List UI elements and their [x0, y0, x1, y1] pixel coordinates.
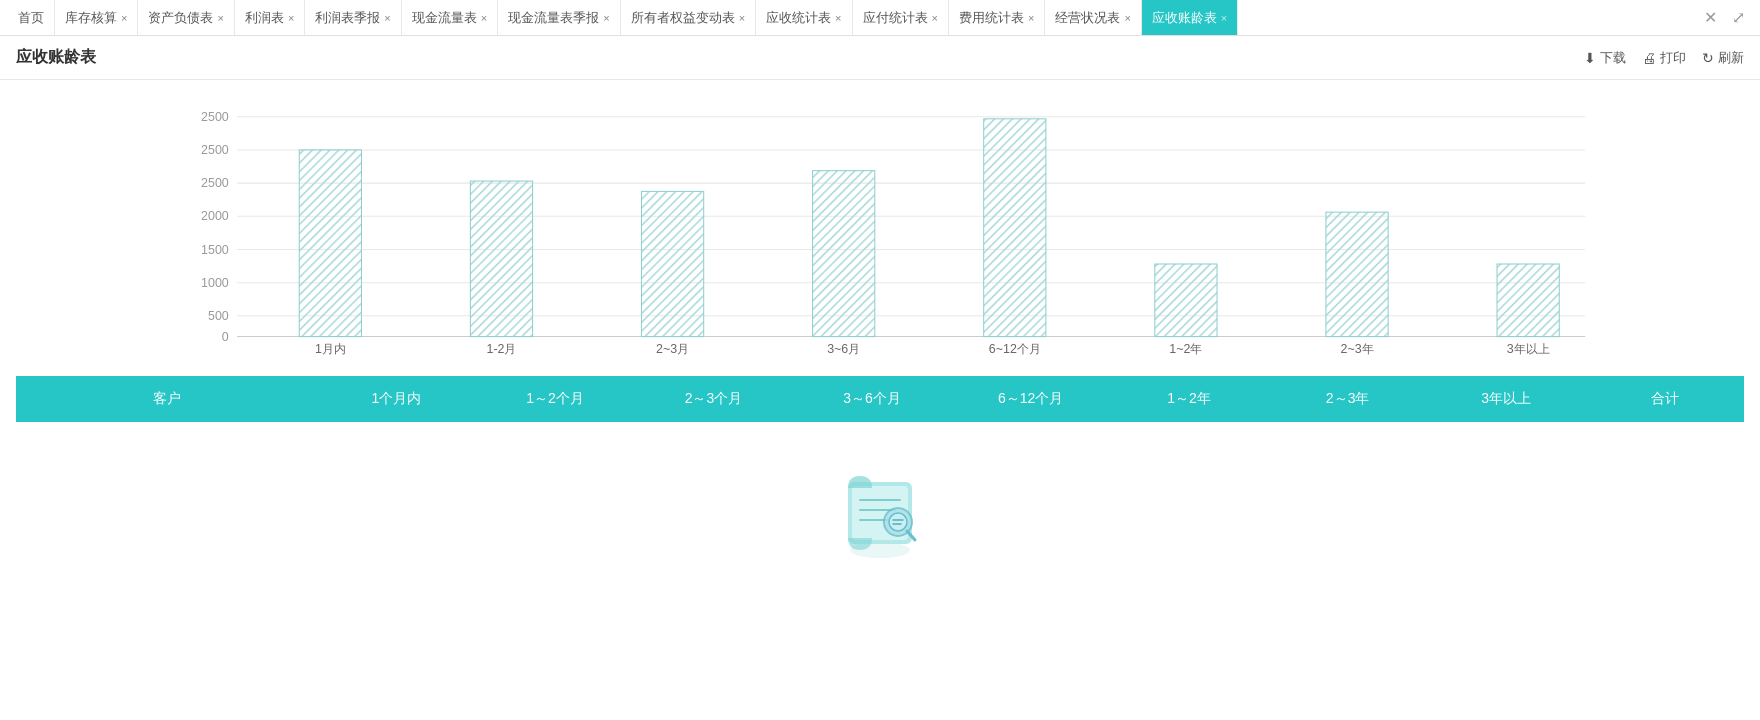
tab-profit-label: 利润表	[245, 9, 284, 27]
tab-equity-close[interactable]: ×	[739, 12, 745, 24]
tab-expense-stats-close[interactable]: ×	[1028, 12, 1034, 24]
tab-profit-quarterly-close[interactable]: ×	[384, 12, 390, 24]
tab-profit-close[interactable]: ×	[288, 12, 294, 24]
tab-inventory-close[interactable]: ×	[121, 12, 127, 24]
tab-expense-stats-label: 费用统计表	[959, 9, 1024, 27]
tab-equity[interactable]: 所有者权益变动表 ×	[621, 0, 756, 36]
th-1to2months: 1～2个月	[476, 390, 635, 408]
svg-point-41	[889, 513, 907, 531]
tab-equity-label: 所有者权益变动表	[631, 9, 735, 27]
svg-text:1-2月: 1-2月	[486, 342, 516, 356]
print-icon: 🖨	[1642, 50, 1656, 66]
tab-cashflow-quarterly-label: 现金流量表季报	[508, 9, 599, 27]
empty-state	[16, 422, 1744, 582]
svg-text:2500: 2500	[201, 143, 229, 157]
refresh-icon: ↻	[1702, 50, 1714, 66]
svg-text:1~2年: 1~2年	[1169, 342, 1202, 356]
svg-text:1月内: 1月内	[315, 342, 346, 356]
th-2to3years: 2～3年	[1268, 390, 1427, 408]
svg-rect-30	[1326, 212, 1388, 336]
window-close-btn[interactable]: ✕	[1700, 8, 1720, 27]
download-button[interactable]: ⬇ 下载	[1584, 49, 1626, 67]
th-6to12months: 6～12个月	[951, 390, 1110, 408]
svg-text:1000: 1000	[201, 276, 229, 290]
svg-text:2~3年: 2~3年	[1340, 342, 1373, 356]
tab-profit[interactable]: 利润表 ×	[235, 0, 305, 36]
svg-text:2500: 2500	[201, 176, 229, 190]
tab-cashflow-quarterly[interactable]: 现金流量表季报 ×	[498, 0, 620, 36]
tab-balance-sheet-label: 资产负债表	[148, 9, 213, 27]
main-content: 2500 2500 2500 2000 1500 1000 500 0 1月内	[0, 80, 1760, 720]
tab-cashflow-close[interactable]: ×	[481, 12, 487, 24]
tab-ar-aging-label: 应收账龄表	[1152, 9, 1217, 27]
svg-text:2000: 2000	[201, 209, 229, 223]
print-button[interactable]: 🖨 打印	[1642, 49, 1686, 67]
svg-text:500: 500	[208, 309, 229, 323]
page-title: 应收账龄表	[16, 47, 96, 68]
download-label: 下载	[1600, 49, 1626, 67]
tab-inventory[interactable]: 库存核算 ×	[55, 0, 138, 36]
chart-container: 2500 2500 2500 2000 1500 1000 500 0 1月内	[16, 96, 1744, 376]
tab-ar-aging-close[interactable]: ×	[1221, 12, 1227, 24]
refresh-button[interactable]: ↻ 刷新	[1702, 49, 1744, 67]
svg-rect-20	[470, 181, 532, 337]
tab-ap-stats[interactable]: 应付统计表 ×	[853, 0, 949, 36]
th-3to6months: 3～6个月	[793, 390, 952, 408]
th-within1month: 1个月内	[317, 390, 476, 408]
tab-profit-quarterly-label: 利润表季报	[315, 9, 380, 27]
tab-operation-label: 经营状况表	[1055, 9, 1120, 27]
svg-text:1500: 1500	[201, 243, 229, 257]
svg-rect-24	[813, 171, 875, 337]
tab-balance-sheet[interactable]: 资产负债表 ×	[138, 0, 234, 36]
tab-ar-stats-close[interactable]: ×	[835, 12, 841, 24]
tab-operation-close[interactable]: ×	[1124, 12, 1130, 24]
empty-state-icon	[820, 462, 940, 562]
window-controls: ✕ ⤢	[1700, 8, 1752, 27]
print-label: 打印	[1660, 49, 1686, 67]
th-total: 合计	[1585, 390, 1744, 408]
download-icon: ⬇	[1584, 50, 1596, 66]
svg-text:6~12个月: 6~12个月	[989, 342, 1041, 356]
svg-text:2500: 2500	[201, 110, 229, 124]
tab-cashflow[interactable]: 现金流量表 ×	[402, 0, 498, 36]
bar-chart: 2500 2500 2500 2000 1500 1000 500 0 1月内	[16, 96, 1744, 376]
svg-text:3~6月: 3~6月	[827, 342, 860, 356]
table-header: 客户 1个月内 1～2个月 2～3个月 3～6个月 6～12个月 1～2年 2～…	[16, 376, 1744, 422]
svg-text:0: 0	[222, 330, 229, 344]
svg-rect-26	[984, 119, 1046, 337]
tab-inventory-label: 库存核算	[65, 9, 117, 27]
toolbar: 应收账龄表 ⬇ 下载 🖨 打印 ↻ 刷新	[0, 36, 1760, 80]
toolbar-actions: ⬇ 下载 🖨 打印 ↻ 刷新	[1584, 49, 1744, 67]
tab-home-label: 首页	[18, 9, 44, 27]
window-maximize-btn[interactable]: ⤢	[1728, 8, 1748, 27]
tab-cashflow-quarterly-close[interactable]: ×	[603, 12, 609, 24]
tab-ar-stats[interactable]: 应收统计表 ×	[756, 0, 852, 36]
tab-cashflow-label: 现金流量表	[412, 9, 477, 27]
svg-rect-28	[1155, 264, 1217, 337]
svg-rect-22	[641, 191, 703, 336]
th-1to2years: 1～2年	[1110, 390, 1269, 408]
tab-balance-sheet-close[interactable]: ×	[217, 12, 223, 24]
refresh-label: 刷新	[1718, 49, 1744, 67]
tab-ar-stats-label: 应收统计表	[766, 9, 831, 27]
tab-ap-stats-close[interactable]: ×	[932, 12, 938, 24]
tab-profit-quarterly[interactable]: 利润表季报 ×	[305, 0, 401, 36]
tab-expense-stats[interactable]: 费用统计表 ×	[949, 0, 1045, 36]
th-2to3months: 2～3个月	[634, 390, 793, 408]
svg-text:2~3月: 2~3月	[656, 342, 689, 356]
tab-ap-stats-label: 应付统计表	[863, 9, 928, 27]
th-customer: 客户	[16, 390, 317, 408]
tab-home[interactable]: 首页	[8, 0, 55, 36]
tab-operation[interactable]: 经营状况表 ×	[1045, 0, 1141, 36]
tab-ar-aging[interactable]: 应收账龄表 ×	[1142, 0, 1238, 36]
th-over3years: 3年以上	[1427, 390, 1586, 408]
svg-rect-18	[299, 150, 361, 337]
svg-rect-32	[1497, 264, 1559, 337]
svg-text:3年以上: 3年以上	[1507, 342, 1550, 356]
tab-bar: 首页 库存核算 × 资产负债表 × 利润表 × 利润表季报 × 现金流量表 × …	[0, 0, 1760, 36]
